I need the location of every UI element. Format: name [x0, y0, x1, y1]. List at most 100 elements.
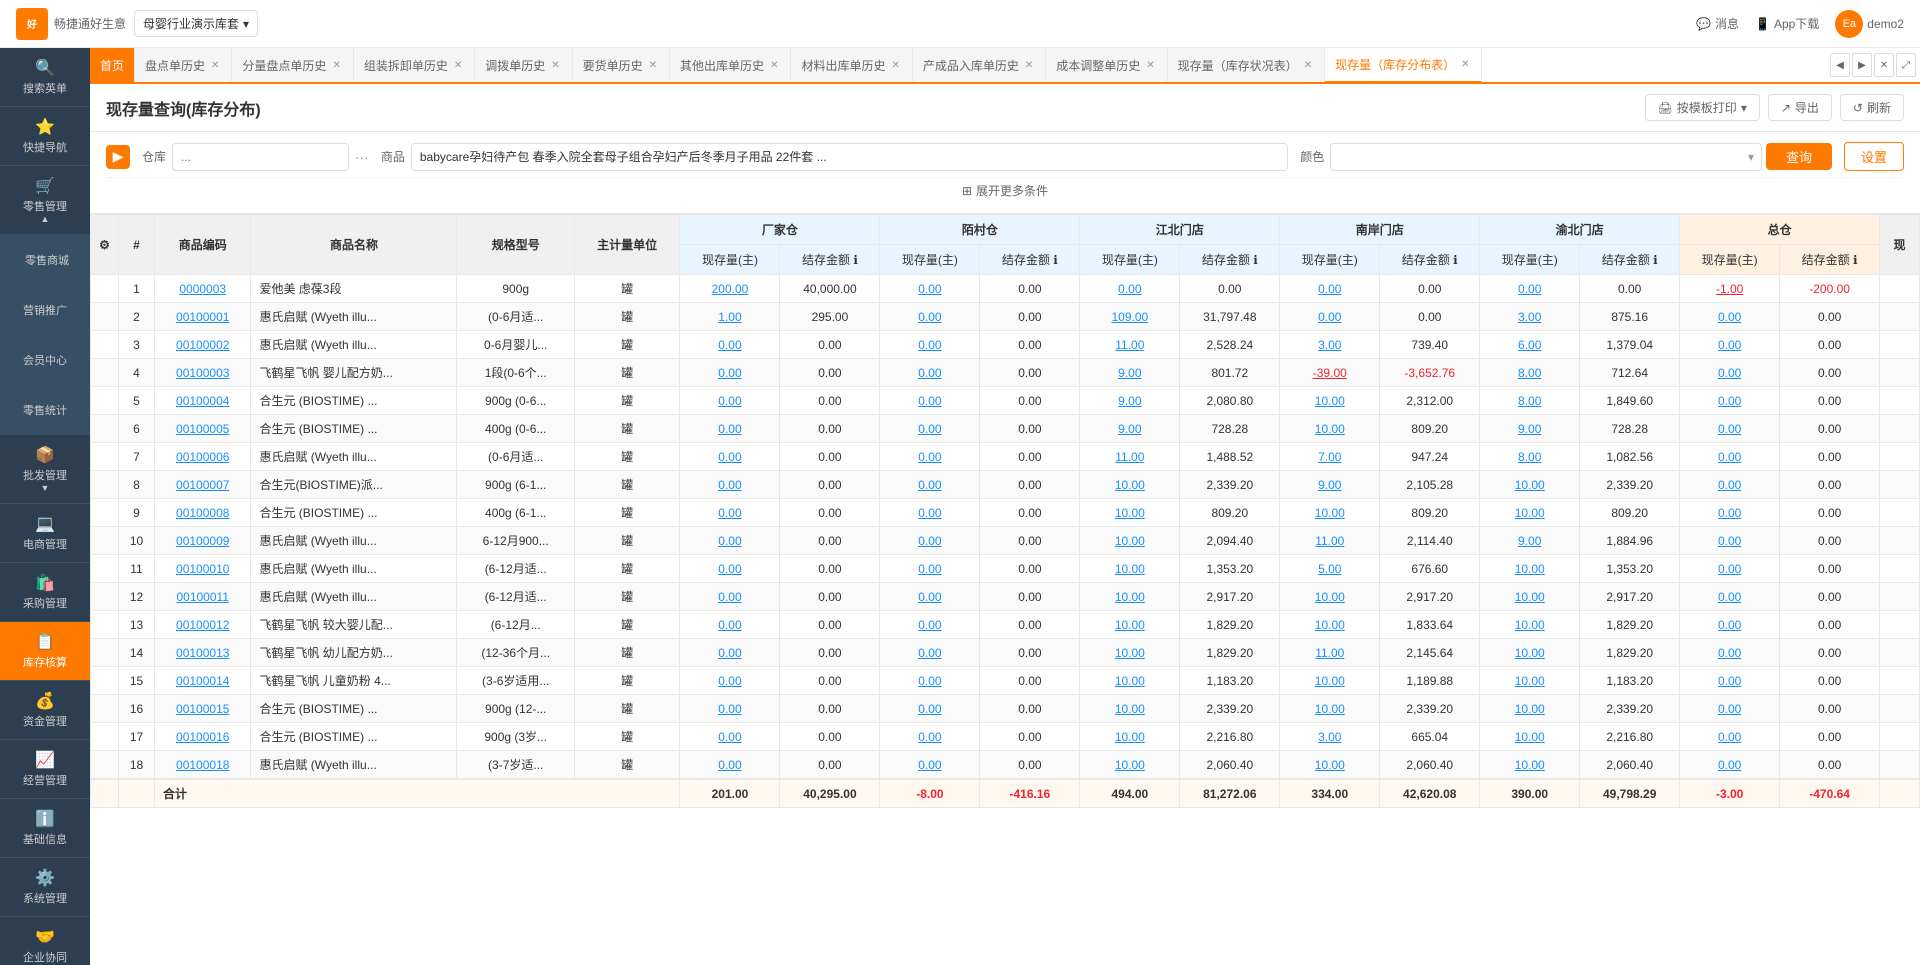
- td-jb-qty[interactable]: 9.00: [1080, 387, 1180, 415]
- td-mc-qty[interactable]: 0.00: [880, 303, 980, 331]
- close-icon[interactable]: ✕: [1023, 59, 1035, 72]
- td-total-qty[interactable]: 0.00: [1680, 555, 1780, 583]
- td-yb-qty[interactable]: 6.00: [1480, 331, 1580, 359]
- td-cjc-qty[interactable]: 0.00: [680, 751, 780, 780]
- sidebar-item-ecom[interactable]: 💻 电商管理: [0, 504, 90, 563]
- td-mc-qty[interactable]: 0.00: [880, 415, 980, 443]
- sidebar-item-collab[interactable]: 🤝 企业协同: [0, 917, 90, 965]
- td-mc-qty[interactable]: 0.00: [880, 555, 980, 583]
- td-cjc-qty[interactable]: 0.00: [680, 667, 780, 695]
- td-cjc-qty[interactable]: 0.00: [680, 471, 780, 499]
- td-cjc-qty[interactable]: 0.00: [680, 359, 780, 387]
- td-cjc-qty[interactable]: 0.00: [680, 611, 780, 639]
- td-jb-qty[interactable]: 9.00: [1080, 415, 1180, 443]
- td-code[interactable]: 00100010: [155, 555, 251, 583]
- settings-button[interactable]: 设置: [1844, 142, 1904, 171]
- td-jb-qty[interactable]: 10.00: [1080, 527, 1180, 555]
- td-mc-qty[interactable]: 0.00: [880, 695, 980, 723]
- sidebar-item-finance[interactable]: 💰 资金管理: [0, 681, 90, 740]
- td-mc-qty[interactable]: 0.00: [880, 751, 980, 780]
- sidebar-item-search[interactable]: 🔍 搜索英单: [0, 48, 90, 107]
- close-icon[interactable]: ✕: [1302, 59, 1314, 72]
- td-total-qty[interactable]: 0.00: [1680, 723, 1780, 751]
- tab-inventory-dist[interactable]: 现存量（库存分布表） ✕: [1325, 48, 1482, 83]
- td-total-qty[interactable]: 0.00: [1680, 583, 1780, 611]
- td-cjc-qty[interactable]: 0.00: [680, 387, 780, 415]
- td-code[interactable]: 00100007: [155, 471, 251, 499]
- tab-split-inventory[interactable]: 分量盘点单历史 ✕: [232, 48, 353, 83]
- td-code[interactable]: 00100016: [155, 723, 251, 751]
- td-mc-qty[interactable]: 0.00: [880, 583, 980, 611]
- td-mc-qty[interactable]: 0.00: [880, 527, 980, 555]
- td-code[interactable]: 00100005: [155, 415, 251, 443]
- td-code[interactable]: 00100018: [155, 751, 251, 780]
- print-button[interactable]: 🖨 按模板打印 ▾: [1645, 94, 1760, 121]
- close-icon[interactable]: ✕: [768, 59, 780, 72]
- td-mc-qty[interactable]: 0.00: [880, 499, 980, 527]
- td-yb-qty[interactable]: 10.00: [1480, 555, 1580, 583]
- td-jb-qty[interactable]: 10.00: [1080, 611, 1180, 639]
- td-yb-qty[interactable]: 0.00: [1480, 275, 1580, 303]
- sidebar-item-retail[interactable]: 🛒 零售管理 ▲: [0, 166, 90, 235]
- td-na-qty[interactable]: 9.00: [1280, 471, 1380, 499]
- td-code[interactable]: 00100009: [155, 527, 251, 555]
- td-cjc-qty[interactable]: 0.00: [680, 723, 780, 751]
- color-input[interactable]: [1330, 143, 1762, 171]
- tab-material-out[interactable]: 材料出库单历史 ✕: [791, 48, 912, 83]
- td-yb-qty[interactable]: 8.00: [1480, 387, 1580, 415]
- td-na-qty[interactable]: 10.00: [1280, 387, 1380, 415]
- td-na-qty[interactable]: -39.00: [1280, 359, 1380, 387]
- user-area[interactable]: Ea demo2: [1835, 10, 1904, 38]
- warehouse-input[interactable]: [172, 143, 349, 171]
- td-code[interactable]: 00100012: [155, 611, 251, 639]
- warehouse-dots-button[interactable]: ···: [355, 149, 369, 165]
- sidebar-item-inventory[interactable]: 📋 库存核算: [0, 622, 90, 681]
- td-code[interactable]: 00100013: [155, 639, 251, 667]
- close-icon[interactable]: ✕: [330, 59, 342, 72]
- td-yb-qty[interactable]: 10.00: [1480, 695, 1580, 723]
- td-na-qty[interactable]: 0.00: [1280, 275, 1380, 303]
- td-jb-qty[interactable]: 9.00: [1080, 359, 1180, 387]
- td-code[interactable]: 00100003: [155, 359, 251, 387]
- td-cjc-qty[interactable]: 0.00: [680, 499, 780, 527]
- td-yb-qty[interactable]: 9.00: [1480, 415, 1580, 443]
- sidebar-item-basic[interactable]: ℹ️ 基础信息: [0, 799, 90, 858]
- close-icon[interactable]: ✕: [889, 59, 901, 72]
- close-icon[interactable]: ✕: [452, 59, 464, 72]
- store-select[interactable]: 母婴行业演示库套 ▾: [134, 10, 258, 37]
- td-yb-qty[interactable]: 10.00: [1480, 471, 1580, 499]
- td-na-qty[interactable]: 10.00: [1280, 611, 1380, 639]
- td-mc-qty[interactable]: 0.00: [880, 723, 980, 751]
- td-na-qty[interactable]: 10.00: [1280, 583, 1380, 611]
- td-jb-qty[interactable]: 10.00: [1080, 695, 1180, 723]
- refresh-button[interactable]: ↺ 刷新: [1840, 94, 1904, 121]
- th-settings[interactable]: ⚙: [91, 215, 119, 275]
- table-container[interactable]: ⚙ # 商品编码 商品名称 规格型号 主计量单位 厂家仓 陌村仓 江北门店 南岸…: [90, 214, 1920, 965]
- td-code[interactable]: 00100014: [155, 667, 251, 695]
- sidebar-item-marketing[interactable]: 营销推广: [0, 285, 90, 335]
- tab-assembly[interactable]: 组装拆卸单历史 ✕: [354, 48, 475, 83]
- tab-request[interactable]: 要货单历史 ✕: [573, 48, 670, 83]
- close-icon[interactable]: ✕: [209, 59, 221, 72]
- close-icon[interactable]: ✕: [647, 59, 659, 72]
- td-cjc-qty[interactable]: 200.00: [680, 275, 780, 303]
- td-na-qty[interactable]: 11.00: [1280, 527, 1380, 555]
- td-total-qty[interactable]: 0.00: [1680, 471, 1780, 499]
- td-total-qty[interactable]: 0.00: [1680, 695, 1780, 723]
- sidebar-item-mall[interactable]: 零售商城: [0, 235, 90, 285]
- td-yb-qty[interactable]: 8.00: [1480, 359, 1580, 387]
- td-total-qty[interactable]: -1.00: [1680, 275, 1780, 303]
- td-code[interactable]: 00100004: [155, 387, 251, 415]
- sidebar-item-nav[interactable]: ⭐ 快捷导航: [0, 107, 90, 166]
- td-mc-qty[interactable]: 0.00: [880, 639, 980, 667]
- td-yb-qty[interactable]: 9.00: [1480, 527, 1580, 555]
- sidebar-item-purchase[interactable]: 🛍️ 采购管理: [0, 563, 90, 622]
- filter-more-toggle[interactable]: ⊞ 展开更多条件: [106, 177, 1904, 203]
- td-yb-qty[interactable]: 10.00: [1480, 667, 1580, 695]
- query-button[interactable]: 查询: [1766, 143, 1832, 170]
- td-jb-qty[interactable]: 10.00: [1080, 723, 1180, 751]
- td-cjc-qty[interactable]: 0.00: [680, 695, 780, 723]
- td-total-qty[interactable]: 0.00: [1680, 331, 1780, 359]
- td-code[interactable]: 00100015: [155, 695, 251, 723]
- td-na-qty[interactable]: 10.00: [1280, 415, 1380, 443]
